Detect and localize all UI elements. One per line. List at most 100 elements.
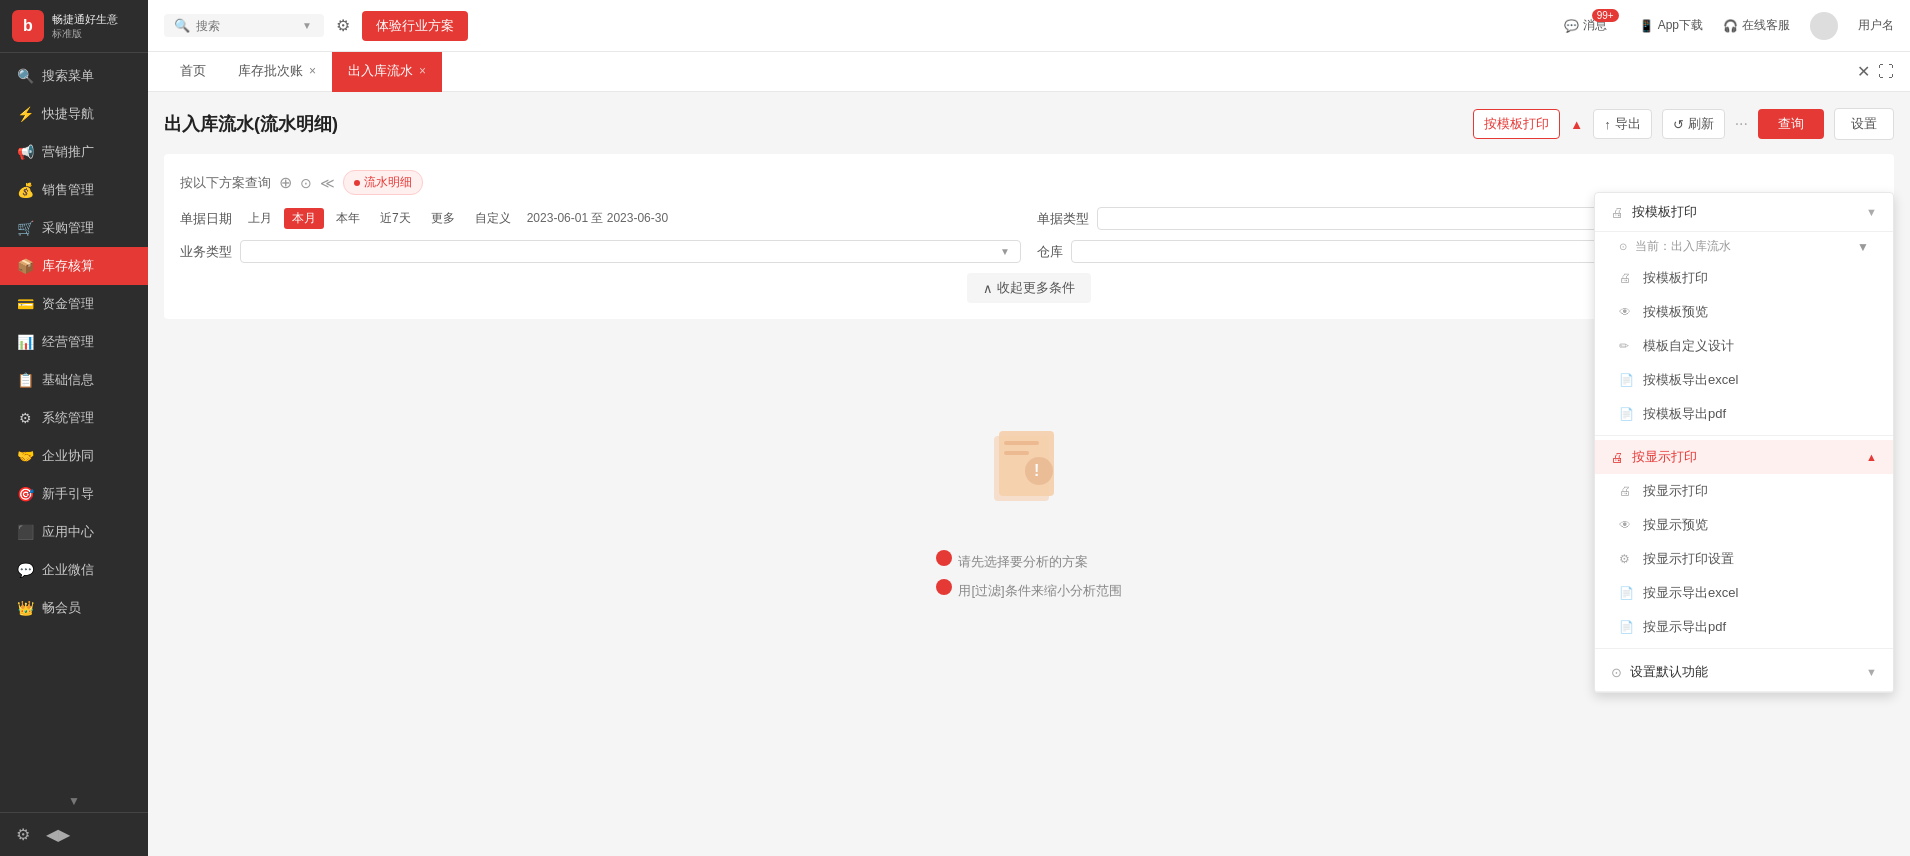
more-options-icon[interactable]: ··· <box>1735 115 1748 133</box>
sidebar-item-label: 企业协同 <box>42 447 94 465</box>
template-print-item[interactable]: 🖨 按模板打印 <box>1595 261 1893 295</box>
date-filter-group: 单据日期 上月 本月 本年 近7天 更多 自定义 2023-06-01 至 20… <box>180 208 1021 229</box>
sidebar-item-label: 新手引导 <box>42 485 94 503</box>
dropdown-divider-2 <box>1595 648 1893 649</box>
template-export-excel-item[interactable]: 📄 按模板导出excel <box>1595 363 1893 397</box>
sidebar-nav: 🔍 搜索菜单 ⚡ 快捷导航 📢 营销推广 💰 销售管理 🛒 采购管理 📦 库存核… <box>0 53 148 790</box>
chevron-up-icon[interactable]: ▲ <box>1570 117 1583 132</box>
excel-icon: 📄 <box>1619 373 1635 387</box>
date-option-custom[interactable]: 自定义 <box>467 208 519 229</box>
filter-collapse-icon[interactable]: ≪ <box>320 175 335 191</box>
sidebar-scroll-down[interactable]: ▼ <box>0 790 148 812</box>
query-btn[interactable]: 查询 <box>1758 109 1824 139</box>
date-field-label: 单据日期 <box>180 210 232 228</box>
printer-icon: 🖨 <box>1619 484 1635 498</box>
template-print-btn[interactable]: 按模板打印 <box>1473 109 1560 139</box>
online-service-btn[interactable]: 🎧 在线客服 <box>1723 17 1790 34</box>
sidebar-item-vip[interactable]: 👑 畅会员 <box>0 589 148 627</box>
phone-icon: 📱 <box>1639 19 1654 33</box>
chevron-down-icon: ▼ <box>1866 666 1877 678</box>
app-download-btn[interactable]: 📱 App下载 <box>1639 17 1703 34</box>
template-preview-item[interactable]: 👁 按模板预览 <box>1595 295 1893 329</box>
wechat-icon: 💬 <box>16 561 34 579</box>
user-avatar[interactable] <box>1810 12 1838 40</box>
display-export-excel-item[interactable]: 📄 按显示导出excel <box>1595 576 1893 610</box>
sidebar-item-guide[interactable]: 🎯 新手引导 <box>0 475 148 513</box>
settings-btn[interactable]: 设置 <box>1834 108 1894 140</box>
date-option-current-month[interactable]: 本月 <box>284 208 324 229</box>
main-content: 🔍 ▼ ⚙ 体验行业方案 💬 消息 99+ 📱 App下载 🎧 在线客服 用户名 <box>148 0 1910 856</box>
collapse-btn-label: 收起更多条件 <box>997 279 1075 297</box>
date-option-this-year[interactable]: 本年 <box>328 208 368 229</box>
online-service-label: 在线客服 <box>1742 17 1790 34</box>
close-window-icon[interactable]: ✕ <box>1857 62 1870 81</box>
inventory-icon: 📦 <box>16 257 34 275</box>
industry-btn[interactable]: 体验行业方案 <box>362 11 468 41</box>
display-export-pdf-label: 按显示导出pdf <box>1643 618 1726 636</box>
sidebar-item-basic[interactable]: 📋 基础信息 <box>0 361 148 399</box>
date-option-last7[interactable]: 近7天 <box>372 208 419 229</box>
display-preview-item[interactable]: 👁 按显示预览 <box>1595 508 1893 542</box>
display-export-pdf-item[interactable]: 📄 按显示导出pdf <box>1595 610 1893 644</box>
svg-rect-3 <box>1004 451 1029 455</box>
tab-home[interactable]: 首页 <box>164 52 222 92</box>
date-option-last-month[interactable]: 上月 <box>240 208 280 229</box>
gear-icon[interactable]: ⚙ <box>336 16 350 35</box>
sidebar-item-search[interactable]: 🔍 搜索菜单 <box>0 57 148 95</box>
empty-hint-2: 用[过滤]条件来缩小分析范围 <box>936 579 1121 600</box>
template-customize-item[interactable]: ✏ 模板自定义设计 <box>1595 329 1893 363</box>
business-type-select[interactable]: ▼ <box>240 240 1021 263</box>
template-print-section-header[interactable]: 🖨 按模板打印 ▼ <box>1595 193 1893 232</box>
chevron-down-icon: ▼ <box>1866 206 1877 218</box>
display-print-section-header[interactable]: 🖨 按显示打印 ▲ <box>1595 440 1893 474</box>
filter-add-btn[interactable]: ⊕ <box>279 173 292 192</box>
page-title: 出入库流水(流水明细) <box>164 112 338 136</box>
eye-icon: 👁 <box>1619 518 1635 532</box>
tab-close-io-flow[interactable]: × <box>419 64 426 78</box>
filter-settings-icon[interactable]: ⊙ <box>300 175 312 191</box>
template-print-item-label: 按模板打印 <box>1643 269 1708 287</box>
sidebar-item-appcenter[interactable]: ⬛ 应用中心 <box>0 513 148 551</box>
chevron-up-icon: ∧ <box>983 281 993 296</box>
empty-hints-list: 请先选择要分析的方案 用[过滤]条件来缩小分析范围 <box>936 550 1121 608</box>
sidebar-item-purchase[interactable]: 🛒 采购管理 <box>0 209 148 247</box>
sidebar-item-operations[interactable]: 📊 经营管理 <box>0 323 148 361</box>
export-btn[interactable]: ↑ 导出 <box>1593 109 1652 139</box>
display-preview-item-label: 按显示预览 <box>1643 516 1708 534</box>
sidebar-item-label: 系统管理 <box>42 409 94 427</box>
sidebar-item-inventory[interactable]: 📦 库存核算 <box>0 247 148 285</box>
water-tag[interactable]: 流水明细 <box>343 170 423 195</box>
business-type-label: 业务类型 <box>180 243 232 261</box>
header-search-box[interactable]: 🔍 ▼ <box>164 14 324 37</box>
template-export-pdf-item[interactable]: 📄 按模板导出pdf <box>1595 397 1893 431</box>
sidebar-item-marketing[interactable]: 📢 营销推广 <box>0 133 148 171</box>
sidebar-item-quicknav[interactable]: ⚡ 快捷导航 <box>0 95 148 133</box>
date-options: 上月 本月 本年 近7天 更多 自定义 2023-06-01 至 2023-06… <box>240 208 668 229</box>
set-default-item[interactable]: ⊙ 设置默认功能 ▼ <box>1595 653 1893 692</box>
display-print-settings-item[interactable]: ⚙ 按显示打印设置 <box>1595 542 1893 576</box>
operations-icon: 📊 <box>16 333 34 351</box>
tab-batch-account[interactable]: 库存批次账 × <box>222 52 332 92</box>
date-option-more[interactable]: 更多 <box>423 208 463 229</box>
tab-close-batch[interactable]: × <box>309 64 316 78</box>
settings-bottom-icon[interactable]: ⚙ <box>16 825 30 844</box>
current-template-item[interactable]: ⊙ 当前：出入库流水 ▼ <box>1595 232 1893 261</box>
display-print-item-label: 按显示打印 <box>1643 482 1708 500</box>
search-icon: 🔍 <box>16 67 34 85</box>
sidebar-item-label: 畅会员 <box>42 599 81 617</box>
maximize-icon[interactable]: ⛶ <box>1878 63 1894 81</box>
tab-io-flow[interactable]: 出入库流水 × <box>332 52 442 92</box>
tab-bar: 首页 库存批次账 × 出入库流水 × ✕ ⛶ <box>148 52 1910 92</box>
sidebar-item-wechat[interactable]: 💬 企业微信 <box>0 551 148 589</box>
refresh-btn[interactable]: ↺ 刷新 <box>1662 109 1725 139</box>
collapse-icon[interactable]: ◀▶ <box>46 825 70 844</box>
search-input[interactable] <box>196 19 296 33</box>
sidebar-item-finance[interactable]: 💳 资金管理 <box>0 285 148 323</box>
message-btn[interactable]: 💬 消息 99+ <box>1564 17 1607 34</box>
display-print-item[interactable]: 🖨 按显示打印 <box>1595 474 1893 508</box>
sidebar-item-enterprise[interactable]: 🤝 企业协同 <box>0 437 148 475</box>
water-tag-dot <box>354 180 360 186</box>
sidebar-item-system[interactable]: ⚙ 系统管理 <box>0 399 148 437</box>
collapse-more-btn[interactable]: ∧ 收起更多条件 <box>967 273 1091 303</box>
sidebar-item-sales[interactable]: 💰 销售管理 <box>0 171 148 209</box>
